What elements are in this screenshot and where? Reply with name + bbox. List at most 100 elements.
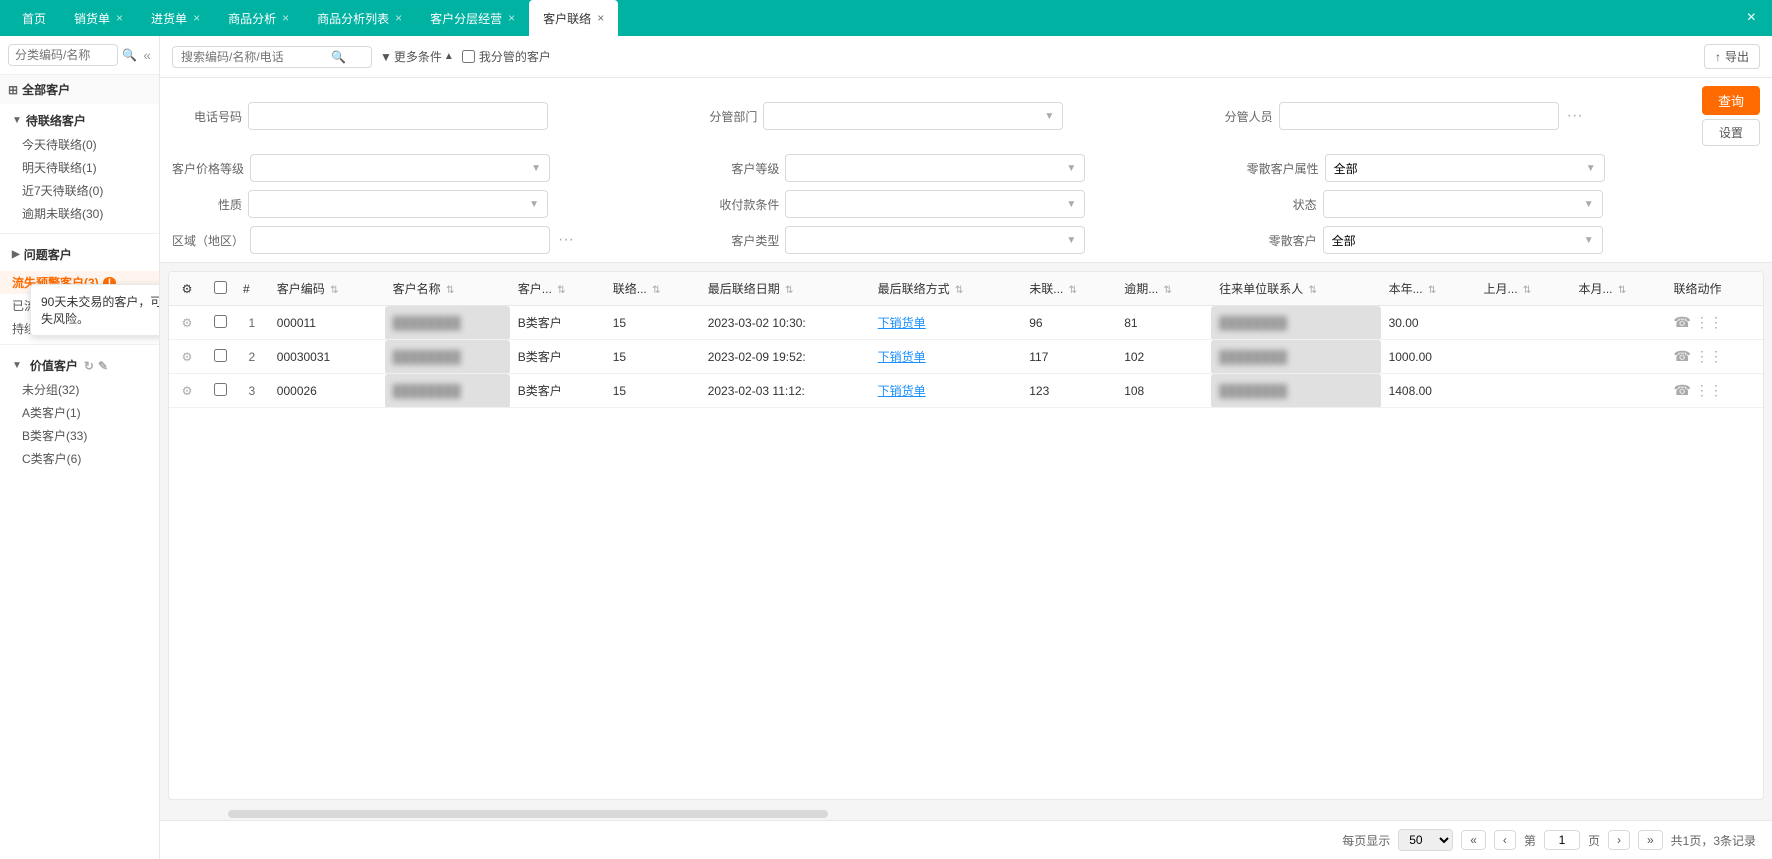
tab-customer-tier[interactable]: 客户分层经营 × (416, 0, 529, 36)
more-options-person[interactable]: ··· (1559, 107, 1591, 125)
cell-actions[interactable]: ☎ ⋮⋮ (1665, 340, 1763, 374)
first-page-button[interactable]: « (1461, 830, 1486, 850)
filter-row-4: 区域（地区） ··· 客户类型 ▼ 零散客户 (172, 226, 1760, 254)
cell-checkbox[interactable] (205, 306, 235, 340)
filter-region-select[interactable] (250, 226, 550, 254)
toolbar-search-icon[interactable]: 🔍 (331, 50, 346, 64)
edit-icon[interactable]: ✎ (98, 359, 108, 373)
page-size-select[interactable]: 50 100 200 (1398, 829, 1453, 851)
sidebar-all-customers[interactable]: ⊞ 全部客户 (0, 75, 159, 104)
close-tab-purchase[interactable]: × (193, 11, 200, 25)
my-customers-checkbox[interactable]: 我分管的客户 (462, 48, 551, 65)
tab-sales[interactable]: 销货单 × (60, 0, 137, 36)
action-icon-phone[interactable]: ☎ (1673, 382, 1690, 399)
filter-credit-attr-select[interactable]: 全部 ▼ (1325, 154, 1605, 182)
tab-analysis[interactable]: 商品分析 × (214, 0, 303, 36)
cell-actions[interactable]: ☎ ⋮⋮ (1665, 306, 1763, 340)
sidebar-collapse-button[interactable]: « (143, 47, 151, 63)
sidebar-item-class-a[interactable]: A类客户(1) (0, 401, 159, 424)
close-tab-customer-contact[interactable]: × (597, 11, 604, 25)
sidebar-search-input[interactable] (8, 44, 118, 66)
col-checkbox[interactable] (205, 272, 235, 306)
col-settings[interactable]: ⚙ (169, 272, 205, 306)
sidebar-item-class-c[interactable]: C类客户(6) (0, 447, 159, 470)
col-last-month[interactable]: 上月... ⇅ (1476, 272, 1571, 306)
close-tab-analysis[interactable]: × (282, 11, 289, 25)
cell-checkbox[interactable] (205, 374, 235, 408)
filter-price-tier-select[interactable]: ▼ (250, 154, 550, 182)
sidebar-group-problem: ▶ 问题客户 (0, 238, 159, 271)
filter-gender-select[interactable]: ▼ (248, 190, 548, 218)
filter-customer-type-select[interactable]: ▼ (785, 226, 1085, 254)
col-last-contact-date[interactable]: 最后联络日期 ⇅ (700, 272, 870, 306)
filter-payment-select[interactable]: ▼ (785, 190, 1085, 218)
action-icon-phone[interactable]: ☎ (1673, 314, 1690, 331)
sidebar-item-ungroup[interactable]: 未分组(32) (0, 378, 159, 401)
col-unit-contacts[interactable]: 往来单位联系人 ⇅ (1211, 272, 1380, 306)
toolbar-search-box[interactable]: 🔍 (172, 46, 372, 68)
close-tab-customer-tier[interactable]: × (508, 11, 515, 25)
more-conditions-button[interactable]: ▼ 更多条件 ▲ (380, 48, 454, 65)
next-page-button[interactable]: › (1608, 830, 1630, 850)
filter-phone-input[interactable] (248, 102, 548, 130)
window-close-button[interactable]: × (1739, 9, 1764, 27)
chevron-down-icon-payment: ▼ (1066, 199, 1076, 210)
close-tab-sales[interactable]: × (116, 11, 123, 25)
page-number-input[interactable] (1544, 830, 1580, 850)
toolbar-search-input[interactable] (181, 50, 331, 64)
select-all-checkbox[interactable] (214, 281, 227, 294)
sidebar-item-tomorrow[interactable]: 明天待联络(1) (0, 156, 159, 179)
export-button[interactable]: ↑ 导出 (1704, 44, 1760, 69)
action-icon-phone[interactable]: ☎ (1673, 348, 1690, 365)
sidebar-item-today[interactable]: 今天待联络(0) (0, 133, 159, 156)
action-icon-more[interactable]: ⋮⋮ (1695, 314, 1723, 331)
my-customers-check[interactable] (462, 50, 475, 63)
sidebar-group-problem-title[interactable]: ▶ 问题客户 (0, 242, 159, 267)
col-type[interactable]: 客户... ⇅ (510, 272, 605, 306)
sidebar-item-7days[interactable]: 近7天待联络(0) (0, 179, 159, 202)
cell-last-contact-date: 2023-02-03 11:12: (700, 374, 870, 408)
tab-home[interactable]: 首页 (8, 0, 60, 36)
cell-last-contact-method[interactable]: 下销货单 (870, 306, 1022, 340)
col-code[interactable]: 客户编码 ⇅ (269, 272, 385, 306)
filter-status-select[interactable]: ▼ (1323, 190, 1603, 218)
sidebar-item-class-b[interactable]: B类客户(33) (0, 424, 159, 447)
sidebar-search-icon[interactable]: 🔍 (122, 48, 137, 62)
cell-last-contact-method[interactable]: 下销货单 (870, 374, 1022, 408)
tab-purchase[interactable]: 进货单 × (137, 0, 214, 36)
query-button[interactable]: 查询 (1702, 86, 1760, 115)
col-this-year[interactable]: 本年... ⇅ (1381, 272, 1476, 306)
col-last-contact-method[interactable]: 最后联络方式 ⇅ (870, 272, 1022, 306)
col-not-contacted[interactable]: 未联... ⇅ (1021, 272, 1116, 306)
cell-last-contact-method[interactable]: 下销货单 (870, 340, 1022, 374)
tab-customer-contact[interactable]: 客户联络 × (529, 0, 618, 36)
filter-retail-select[interactable]: 全部 ▼ (1323, 226, 1603, 254)
sidebar-group-pending-title[interactable]: ▼ 待联络客户 (0, 108, 159, 133)
cell-settings: ⚙ (169, 306, 205, 340)
cell-actions[interactable]: ☎ ⋮⋮ (1665, 374, 1763, 408)
last-page-button[interactable]: » (1638, 830, 1663, 850)
refresh-icon[interactable]: ↻ (84, 359, 94, 373)
filter-customer-level-select[interactable]: ▼ (785, 154, 1085, 182)
scroll-thumb[interactable] (228, 810, 828, 818)
col-name[interactable]: 客户名称 ⇅ (385, 272, 510, 306)
col-contacts[interactable]: 联络... ⇅ (605, 272, 700, 306)
action-icon-more[interactable]: ⋮⋮ (1695, 348, 1723, 365)
cell-checkbox[interactable] (205, 340, 235, 374)
sidebar-item-overdue[interactable]: 逾期未联络(30) (0, 202, 159, 225)
settings-button[interactable]: 设置 (1702, 119, 1760, 146)
more-options-region[interactable]: ··· (550, 231, 582, 249)
horizontal-scrollbar[interactable] (168, 808, 1764, 820)
close-tab-analysis-list[interactable]: × (395, 11, 402, 25)
cell-not-contacted: 117 (1021, 340, 1116, 374)
filter-person-select[interactable] (1279, 102, 1559, 130)
cell-name: ████████ (385, 340, 510, 374)
prev-page-button[interactable]: ‹ (1494, 830, 1516, 850)
sidebar-group-value-title[interactable]: ▼ 价值客户 ↻ ✎ (0, 353, 159, 378)
col-this-month[interactable]: 本月... ⇅ (1570, 272, 1665, 306)
filter-dept-select[interactable]: ▼ (763, 102, 1063, 130)
col-overdue[interactable]: 逾期... ⇅ (1116, 272, 1211, 306)
tab-analysis-list[interactable]: 商品分析列表 × (303, 0, 416, 36)
main-layout: 🔍 « ⊞ 全部客户 ▼ 待联络客户 今天待联络(0) 明天待联络(1) 近7天… (0, 36, 1772, 859)
action-icon-more[interactable]: ⋮⋮ (1695, 382, 1723, 399)
